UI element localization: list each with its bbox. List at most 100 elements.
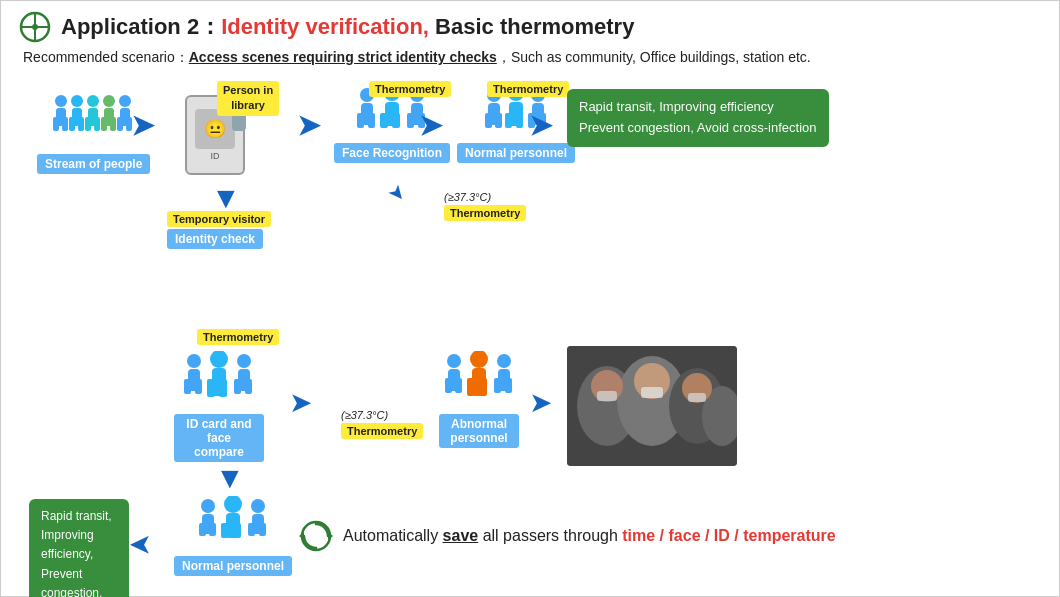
normal-bottom-svg bbox=[198, 496, 268, 548]
bottom-note-text: Automatically save all passers through t… bbox=[343, 527, 836, 545]
arrow1: ➤ bbox=[131, 109, 154, 142]
id-card-group: ID card andface compare bbox=[174, 351, 264, 462]
deg-thermo-mid: (≥37.3°C) Thermometry bbox=[341, 409, 423, 439]
step8-label: Normal personnel bbox=[174, 556, 292, 576]
svg-point-54 bbox=[210, 351, 228, 368]
svg-rect-52 bbox=[184, 379, 191, 394]
id-card-svg bbox=[182, 351, 257, 406]
svg-rect-80 bbox=[597, 391, 617, 401]
arrow-diag-1: ➤ bbox=[383, 179, 412, 207]
badge-thermo2: Thermometry bbox=[487, 81, 569, 97]
page-title: Application 2：Identity verification, Bas… bbox=[61, 12, 634, 42]
step5-label: ID card andface compare bbox=[174, 414, 264, 462]
svg-point-62 bbox=[447, 354, 461, 368]
svg-point-97 bbox=[302, 522, 330, 550]
arrow-down-2: ▼ bbox=[215, 461, 245, 495]
svg-rect-29 bbox=[368, 113, 375, 128]
svg-point-20 bbox=[119, 95, 131, 107]
reinspect-photo bbox=[567, 346, 737, 466]
svg-rect-68 bbox=[467, 378, 475, 396]
svg-rect-84 bbox=[688, 393, 706, 402]
badge-thermo1: Thermometry bbox=[369, 81, 451, 97]
svg-point-3 bbox=[32, 24, 38, 30]
svg-rect-22 bbox=[117, 117, 123, 131]
svg-rect-56 bbox=[207, 379, 215, 397]
normal-personnel-top: Thermometry Normal personnel bbox=[457, 85, 575, 163]
svg-rect-33 bbox=[392, 113, 400, 128]
arrow3: ➤ bbox=[419, 109, 442, 142]
diagram: Stream of people ➤ Person inlibrary 😐 ID… bbox=[19, 81, 1041, 561]
svg-point-12 bbox=[87, 95, 99, 107]
arrow-right-3: ➤ bbox=[529, 386, 552, 419]
svg-rect-60 bbox=[234, 379, 241, 394]
subtitle-row: Recommended scenario：Access scenes requi… bbox=[19, 49, 1041, 67]
abnormal-group: Abnormalpersonnel bbox=[439, 351, 519, 448]
svg-rect-19 bbox=[110, 117, 116, 131]
svg-point-89 bbox=[224, 496, 242, 513]
svg-point-85 bbox=[201, 499, 215, 513]
badge-thermo4-label: Thermometry bbox=[341, 423, 423, 439]
manual-reinspect-group: Manual re-inspection bbox=[567, 346, 737, 370]
svg-point-93 bbox=[251, 499, 265, 513]
deg1-text: (≥37.3°C) bbox=[444, 191, 526, 203]
svg-rect-64 bbox=[445, 378, 452, 393]
svg-rect-91 bbox=[221, 523, 229, 538]
svg-rect-28 bbox=[357, 113, 364, 128]
subtitle-bold: Access scenes requiring strict identity … bbox=[189, 49, 497, 65]
svg-rect-15 bbox=[94, 117, 100, 131]
svg-rect-6 bbox=[53, 117, 59, 131]
step1-label: Stream of people bbox=[37, 154, 150, 174]
svg-rect-69 bbox=[479, 378, 487, 396]
app-label: Application 2： bbox=[61, 14, 221, 39]
svg-rect-18 bbox=[101, 117, 107, 131]
svg-point-4 bbox=[55, 95, 67, 107]
svg-point-8 bbox=[71, 95, 83, 107]
svg-point-16 bbox=[103, 95, 115, 107]
arrow4: ➤ bbox=[529, 109, 552, 142]
step4-label: Normal personnel bbox=[457, 143, 575, 163]
svg-rect-32 bbox=[380, 113, 388, 128]
green-box-bottom: Rapid transit,Improving efficiency,Preve… bbox=[29, 499, 129, 597]
abnormal-svg bbox=[444, 351, 514, 406]
arrow-right-2: ➤ bbox=[289, 386, 312, 419]
deg-thermo-top: (≥37.3°C) Thermometry bbox=[444, 191, 526, 221]
svg-rect-82 bbox=[641, 387, 663, 398]
badge-library: Person inlibrary bbox=[217, 81, 279, 116]
svg-rect-10 bbox=[69, 117, 75, 131]
svg-rect-57 bbox=[219, 379, 227, 397]
green-box-top: Rapid transit, Improving efficiencyPreve… bbox=[567, 89, 829, 147]
main-container: Application 2：Identity verification, Bas… bbox=[0, 0, 1060, 597]
svg-rect-36 bbox=[407, 113, 414, 128]
svg-point-66 bbox=[470, 351, 488, 368]
svg-point-50 bbox=[187, 354, 201, 368]
step2-label: Identity check bbox=[167, 229, 263, 249]
subtitle-prefix: Recommended scenario： bbox=[23, 49, 189, 65]
compass-icon bbox=[19, 11, 51, 43]
svg-point-70 bbox=[497, 354, 511, 368]
arrow2: ➤ bbox=[297, 109, 320, 142]
svg-rect-61 bbox=[245, 379, 252, 394]
svg-rect-95 bbox=[248, 523, 255, 536]
svg-rect-96 bbox=[259, 523, 266, 536]
badge-thermo-diag: Thermometry bbox=[444, 205, 526, 221]
svg-rect-41 bbox=[495, 113, 502, 128]
cycle-icon bbox=[299, 519, 333, 553]
badge-thermo3-label: Thermometry bbox=[197, 329, 279, 345]
step3-label: Face Recognition bbox=[334, 143, 450, 163]
title-rest: Basic thermometry bbox=[429, 14, 634, 39]
normal-personnel-bottom: Normal personnel bbox=[174, 496, 292, 576]
arrow-down-1: ▼ bbox=[211, 181, 241, 215]
svg-rect-44 bbox=[505, 113, 512, 128]
svg-rect-65 bbox=[455, 378, 462, 393]
subtitle-suffix: ，Such as community, Office buildings, st… bbox=[497, 49, 811, 65]
svg-rect-92 bbox=[233, 523, 241, 538]
svg-rect-72 bbox=[494, 378, 501, 393]
svg-rect-11 bbox=[78, 117, 84, 131]
svg-rect-45 bbox=[516, 113, 523, 128]
stream-people-svg bbox=[49, 91, 139, 146]
svg-rect-88 bbox=[209, 523, 216, 536]
title-highlight: Identity verification, bbox=[221, 14, 429, 39]
svg-rect-40 bbox=[485, 113, 492, 128]
arrow-left: ➤ bbox=[129, 529, 152, 562]
svg-rect-14 bbox=[85, 117, 91, 131]
